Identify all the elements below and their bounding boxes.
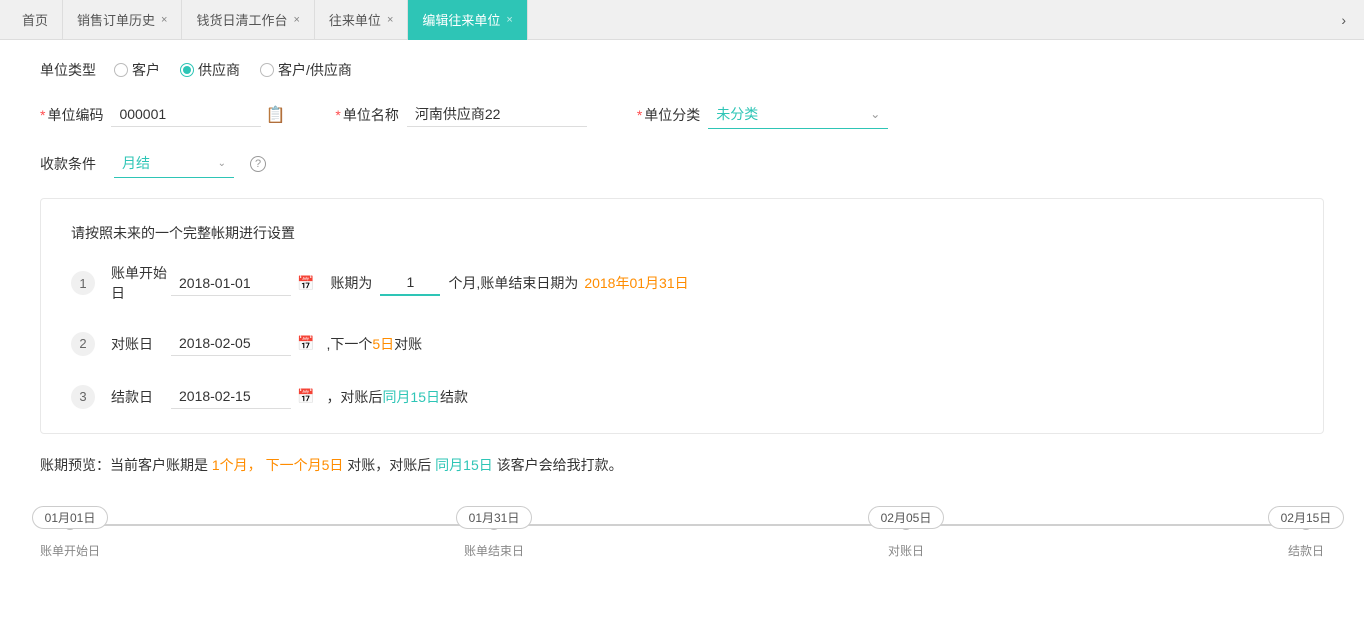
tab-cashflow-close-icon[interactable]: × bbox=[293, 14, 299, 26]
period-row-number-2: 2 bbox=[71, 332, 95, 356]
radio-supplier-circle bbox=[180, 63, 194, 77]
period-row-number-1: 1 bbox=[71, 271, 95, 295]
tab-scroll-arrow[interactable]: › bbox=[1331, 12, 1356, 28]
timeline-label-2: 账单结束日 bbox=[464, 542, 524, 559]
unit-code-group: * 单位编码 📋 bbox=[40, 102, 285, 127]
unit-name-label: 单位名称 bbox=[343, 105, 399, 125]
unit-category-label: 单位分类 bbox=[644, 105, 700, 125]
payment-terms-arrow-icon: ⌄ bbox=[218, 158, 226, 169]
preview-text: 账期预览：当前客户账期是 1个月， 下一个月5日 对账，对账后 同月15日 该客… bbox=[40, 454, 1324, 476]
period-row-3: 3 结款日 📅 ，对账后 同月15日 结款 bbox=[71, 384, 1293, 409]
unit-code-required: * bbox=[40, 107, 45, 123]
timeline-item-2: 01月31日 账单结束日 bbox=[464, 506, 524, 559]
tab-home[interactable]: 首页 bbox=[8, 0, 63, 40]
tab-bar: 首页 销售订单历史 × 钱货日清工作台 × 往来单位 × 编辑往来单位 × › bbox=[0, 0, 1364, 40]
unit-info-row: * 单位编码 📋 * 单位名称 * 单位分类 未分类 ⌄ bbox=[40, 100, 1324, 129]
timeline-badge-3: 02月05日 bbox=[868, 506, 945, 529]
period-desc-2-suffix: 对账 bbox=[394, 334, 422, 354]
preview-suffix: 该客户会给我打款。 bbox=[497, 457, 623, 473]
unit-category-value: 未分类 bbox=[716, 104, 862, 124]
tab-sales-history[interactable]: 销售订单历史 × bbox=[63, 0, 182, 40]
tab-sales-close-icon[interactable]: × bbox=[161, 14, 167, 26]
unit-category-group: * 单位分类 未分类 ⌄ bbox=[637, 100, 888, 129]
start-date-input[interactable] bbox=[171, 271, 291, 296]
radio-customer[interactable]: 客户 bbox=[114, 60, 160, 80]
radio-supplier[interactable]: 供应商 bbox=[180, 60, 240, 80]
payment-terms-row: 收款条件 月结 ⌄ ? bbox=[40, 149, 1324, 178]
payment-date-calendar-icon[interactable]: 📅 bbox=[297, 388, 314, 405]
reconcile-day-highlight: 5日 bbox=[372, 334, 394, 354]
period-row-2: 2 对账日 📅 ,下一个 5日 对账 bbox=[71, 331, 1293, 356]
period-label-1: 账单开始日 bbox=[111, 263, 171, 303]
timeline-item-1: 01月01日 账单开始日 bbox=[40, 506, 100, 559]
unit-name-input[interactable] bbox=[407, 102, 587, 127]
unit-type-radio-group: 客户 供应商 客户/供应商 bbox=[114, 60, 352, 80]
preview-section: 账期预览：当前客户账期是 1个月， 下一个月5日 对账，对账后 同月15日 该客… bbox=[40, 454, 1324, 609]
calendar-icon[interactable]: 📋 bbox=[265, 105, 285, 125]
period-settings-box: 请按照未来的一个完整帐期进行设置 1 账单开始日 📅 账期为 个月,账单结束日期… bbox=[40, 198, 1324, 434]
help-icon[interactable]: ? bbox=[250, 156, 266, 172]
timeline-badge-2: 01月31日 bbox=[456, 506, 533, 529]
payment-terms-select[interactable]: 月结 ⌄ bbox=[114, 149, 234, 178]
timeline-badge-1: 01月01日 bbox=[32, 506, 109, 529]
timeline-badge-4: 02月15日 bbox=[1268, 506, 1345, 529]
reconcile-date-calendar-icon[interactable]: 📅 bbox=[297, 335, 314, 352]
timeline-label-4: 结款日 bbox=[1288, 542, 1324, 559]
unit-name-required: * bbox=[335, 107, 340, 123]
unit-type-row: 单位类型 客户 供应商 客户/供应商 bbox=[40, 60, 1324, 80]
timeline-item-3: 02月05日 对账日 bbox=[888, 506, 924, 559]
unit-category-required: * bbox=[637, 107, 642, 123]
end-date-highlight: 2018年01月31日 bbox=[584, 273, 688, 293]
period-label-2: 对账日 bbox=[111, 334, 171, 354]
period-desc-1-suffix: 个月,账单结束日期为 bbox=[448, 273, 578, 293]
unit-code-label: 单位编码 bbox=[47, 105, 103, 125]
payment-day-highlight: 同月15日 bbox=[382, 387, 440, 407]
period-label-3: 结款日 bbox=[111, 387, 171, 407]
period-row-1: 1 账单开始日 📅 账期为 个月,账单结束日期为 2018年01月31日 bbox=[71, 263, 1293, 303]
period-desc-3: ，对账后 bbox=[326, 387, 382, 407]
timeline-items: 01月01日 账单开始日 01月31日 账单结束日 02月05日 对账日 02月… bbox=[40, 506, 1324, 559]
preview-month-highlight: 1个月， bbox=[212, 457, 262, 473]
tab-cashflow[interactable]: 钱货日清工作台 × bbox=[182, 0, 314, 40]
main-content: 单位类型 客户 供应商 客户/供应商 * 单位编码 📋 * 单位名 bbox=[0, 40, 1364, 629]
radio-customer-circle bbox=[114, 63, 128, 77]
timeline-label-3: 对账日 bbox=[888, 542, 924, 559]
payment-terms-value: 月结 bbox=[122, 153, 214, 173]
period-desc-2: ,下一个 bbox=[326, 334, 372, 354]
payment-date-input[interactable] bbox=[171, 384, 291, 409]
preview-reconcile-text: 对账，对账后 bbox=[347, 457, 431, 473]
tab-edit-partner[interactable]: 编辑往来单位 × bbox=[408, 0, 527, 40]
period-row-number-3: 3 bbox=[71, 385, 95, 409]
timeline-item-4: 02月15日 结款日 bbox=[1288, 506, 1324, 559]
month-count-input[interactable] bbox=[380, 270, 440, 296]
period-desc-3-suffix: 结款 bbox=[440, 387, 468, 407]
unit-type-label: 单位类型 bbox=[40, 60, 96, 80]
tab-partners-close-icon[interactable]: × bbox=[387, 14, 393, 26]
tab-partners[interactable]: 往来单位 × bbox=[315, 0, 408, 40]
start-date-calendar-icon[interactable]: 📅 bbox=[297, 275, 314, 292]
preview-reconcile-day-highlight: 下一个月5日 bbox=[266, 457, 344, 473]
timeline: 01月01日 账单开始日 01月31日 账单结束日 02月05日 对账日 02月… bbox=[40, 506, 1324, 589]
period-desc-1: 账期为 bbox=[330, 273, 372, 293]
unit-name-group: * 单位名称 bbox=[335, 102, 586, 127]
tab-edit-partner-close-icon[interactable]: × bbox=[506, 14, 512, 26]
unit-category-dropdown-icon: ⌄ bbox=[870, 107, 880, 121]
unit-code-input[interactable] bbox=[111, 102, 261, 127]
radio-both-circle bbox=[260, 63, 274, 77]
payment-terms-label: 收款条件 bbox=[40, 154, 96, 174]
preview-label: 账期预览：当前客户账期是 bbox=[40, 457, 208, 473]
timeline-label-1: 账单开始日 bbox=[40, 542, 100, 559]
period-title: 请按照未来的一个完整帐期进行设置 bbox=[71, 223, 1293, 243]
reconcile-date-input[interactable] bbox=[171, 331, 291, 356]
preview-payment-day-highlight: 同月15日 bbox=[435, 457, 493, 473]
radio-both[interactable]: 客户/供应商 bbox=[260, 60, 352, 80]
unit-category-select[interactable]: 未分类 ⌄ bbox=[708, 100, 888, 129]
